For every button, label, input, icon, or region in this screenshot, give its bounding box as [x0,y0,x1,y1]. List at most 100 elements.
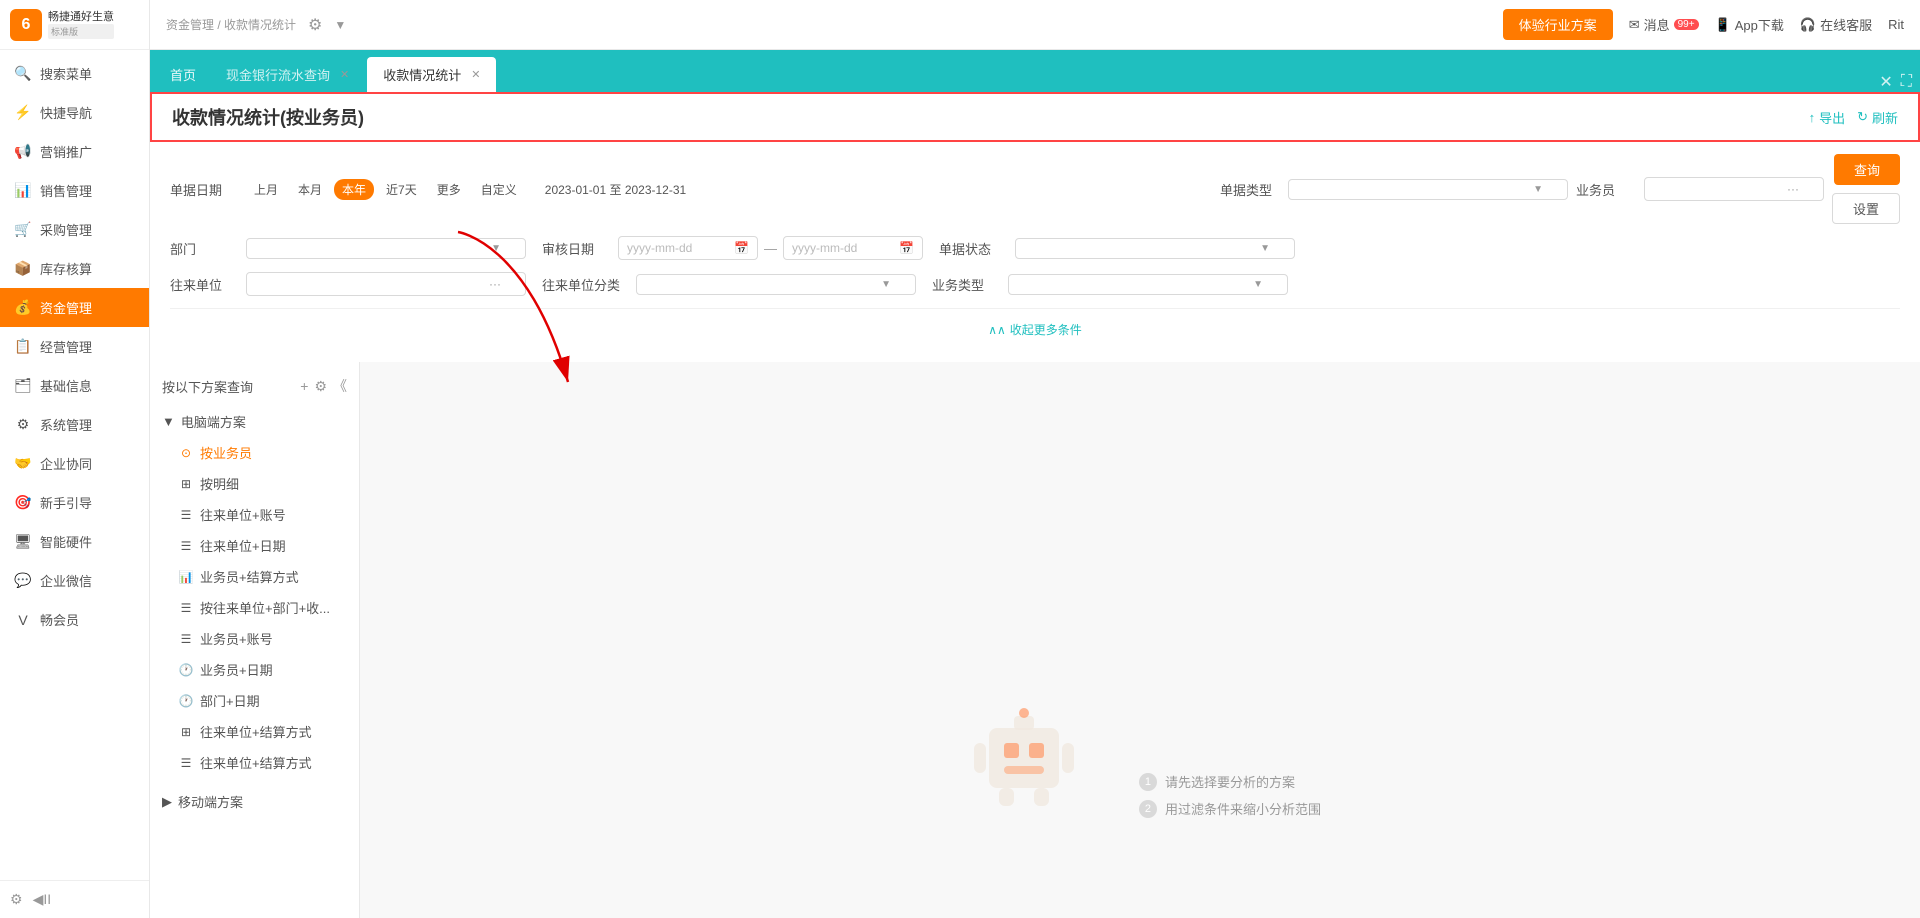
sidebar-item-operations[interactable]: 📋 经营管理 [0,327,149,366]
scheme-item-partner-settlement2[interactable]: ☰ 往来单位+结算方式 [150,747,359,778]
partner-classify-select[interactable]: ▼ [636,274,916,295]
desktop-scheme-header[interactable]: ▼ 电脑端方案 [150,406,359,437]
sidebar-item-guide[interactable]: 🎯 新手引导 [0,483,149,522]
marketing-icon: 📢 [14,143,32,161]
date-tab-7days[interactable]: 近7天 [378,179,425,200]
online-service-button[interactable]: 🎧 在线客服 [1800,15,1872,34]
action-buttons: 查询 设置 [1832,154,1900,224]
dept-chevron: ▼ [491,243,501,254]
page-wrapper: 收款情况统计(按业务员) ↑ 导出 ↻ 刷新 单据日期 上月 本月 本年 [150,92,1920,918]
partner-classify-label: 往来单位分类 [542,275,620,294]
salesperson-label: 业务员 [1576,180,1636,199]
tab-close-all-icon[interactable]: ✕ [1879,72,1892,92]
refresh-button[interactable]: ↻ 刷新 [1857,108,1898,127]
mobile-scheme-header[interactable]: ▶ 移动端方案 [150,786,359,817]
voucher-status-chevron: ▼ [1260,243,1270,254]
tab-bar-actions: ✕ ⛶ [1879,72,1912,92]
sidebar-item-system[interactable]: ⚙ 系统管理 [0,405,149,444]
scheme-item-partner-settlement1[interactable]: ⊞ 往来单位+结算方式 [150,716,359,747]
scheme-item-detail[interactable]: ⊞ 按明细 [150,468,359,499]
header-right: 体验行业方案 ✉ 消息 99+ 📱 App下载 🎧 在线客服 Rit [1503,9,1904,40]
trial-button[interactable]: 体验行业方案 [1503,9,1613,40]
sidebar-item-purchase[interactable]: 🛒 采购管理 [0,210,149,249]
voucher-status-select[interactable]: ▼ [1015,238,1295,259]
sidebar-item-search[interactable]: 🔍 搜索菜单 [0,54,149,93]
scheme-item-dept-date[interactable]: 🕐 部门+日期 [150,685,359,716]
review-date-from[interactable]: yyyy-mm-dd 📅 [618,236,758,260]
salesperson-select[interactable]: ··· [1644,177,1824,201]
sales-icon: 📊 [14,182,32,200]
sidebar-item-wechat[interactable]: 💬 企业微信 [0,561,149,600]
scheme-item-partner-dept[interactable]: ☰ 按往来单位+部门+收... [150,592,359,623]
collapse-icon: ∧∧ [988,323,1006,337]
header-settings-icon[interactable]: ⚙ [308,15,322,35]
biz-type-select[interactable]: ▼ [1008,274,1288,295]
hardware-icon: 🖥 [14,533,32,551]
tab-home[interactable]: 首页 [158,57,208,92]
basic-icon: 🗂 [14,377,32,395]
sidebar-item-capital[interactable]: 💰 资金管理 [0,288,149,327]
empty-state: 1 请先选择要分析的方案 2 用过滤条件来缩小分析范围 [959,688,1321,818]
logo-icon: 6 [10,9,42,41]
add-scheme-button[interactable]: + [300,378,308,394]
hint-num-1: 1 [1139,773,1157,791]
date-tab-more[interactable]: 更多 [429,179,469,200]
scheme-item-partner-date[interactable]: ☰ 往来单位+日期 [150,530,359,561]
sidebar-item-inventory[interactable]: 📦 库存核算 [0,249,149,288]
sidebar-item-enterprise[interactable]: 🤝 企业协同 [0,444,149,483]
scheme-item-salesperson[interactable]: ⊙ 按业务员 [150,437,359,468]
export-icon: ↑ [1809,110,1816,125]
query-button[interactable]: 查询 [1834,154,1900,185]
voucher-type-label: 单据类型 [1220,180,1280,199]
panel-header-label: 按以下方案查询 [162,377,253,396]
sidebar-collapse-icon[interactable]: ◀II [33,891,52,908]
message-badge: 99+ [1674,19,1699,30]
partner-dots: ··· [489,277,501,291]
app-download-button[interactable]: 📱 App下载 [1715,15,1784,34]
header-dropdown-icon[interactable]: ▼ [334,18,346,32]
scheme-item-partner-account[interactable]: ☰ 往来单位+账号 [150,499,359,530]
sidebar-item-sales[interactable]: 📊 销售管理 [0,171,149,210]
settings-button[interactable]: 设置 [1832,193,1900,224]
collapse-button[interactable]: ∧∧ 收起更多条件 [170,315,1900,344]
sidebar-item-member[interactable]: V 畅会员 [0,600,149,639]
review-date-to[interactable]: yyyy-mm-dd 📅 [783,236,923,260]
partner-classify-chevron: ▼ [881,279,891,290]
dept-label: 部门 [170,239,230,258]
scheme-settings-button[interactable]: ⚙ [314,378,327,395]
sidebar-item-basic[interactable]: 🗂 基础信息 [0,366,149,405]
date-tab-this-month[interactable]: 本月 [290,179,330,200]
scheme-item-salesperson-account[interactable]: ☰ 业务员+账号 [150,623,359,654]
export-button[interactable]: ↑ 导出 [1809,108,1846,127]
dept-select[interactable]: ▼ [246,238,526,259]
tab-receipt[interactable]: 收款情况统计 ✕ [367,57,496,92]
message-button[interactable]: ✉ 消息 99+ [1629,15,1699,34]
salesperson-dots: ··· [1787,182,1799,196]
user-avatar[interactable]: Rit [1888,17,1904,32]
salesperson-settlement-icon: 📊 [178,569,194,585]
member-icon: V [14,611,32,629]
date-tab-this-year[interactable]: 本年 [334,179,374,200]
scheme-item-salesperson-settlement[interactable]: 📊 业务员+结算方式 [150,561,359,592]
tab-receipt-close[interactable]: ✕ [471,68,480,81]
date-tab-last-month[interactable]: 上月 [246,179,286,200]
sidebar-settings-icon[interactable]: ⚙ [10,891,23,908]
date-tab-custom[interactable]: 自定义 [473,179,525,200]
sidebar-item-shortcut[interactable]: ⚡ 快捷导航 [0,93,149,132]
sidebar-item-marketing[interactable]: 📢 营销推广 [0,132,149,171]
top-header: 资金管理 / 收款情况统计 ⚙ ▼ 体验行业方案 ✉ 消息 99+ 📱 App下… [150,0,1920,50]
date-separator: — [764,241,777,256]
tab-bank[interactable]: 现金银行流水查询 ✕ [210,57,365,92]
sidebar-item-hardware[interactable]: 🖥 智能硬件 [0,522,149,561]
tab-maximize-icon[interactable]: ⛶ [1901,73,1912,91]
tab-bank-close[interactable]: ✕ [340,68,349,81]
partner-date-icon: ☰ [178,538,194,554]
wechat-icon: 💬 [14,572,32,590]
collapse-panel-button[interactable]: 《 [333,376,347,396]
main-area: 资金管理 / 收款情况统计 ⚙ ▼ 体验行业方案 ✉ 消息 99+ 📱 App下… [150,0,1920,918]
filter-row-3: 往来单位 ··· 往来单位分类 ▼ 业务类型 ▼ [170,272,1900,296]
partner-select[interactable]: ··· [246,272,526,296]
scheme-item-salesperson-date[interactable]: 🕐 业务员+日期 [150,654,359,685]
voucher-type-select[interactable]: ▼ [1288,179,1568,200]
inventory-icon: 📦 [14,260,32,278]
